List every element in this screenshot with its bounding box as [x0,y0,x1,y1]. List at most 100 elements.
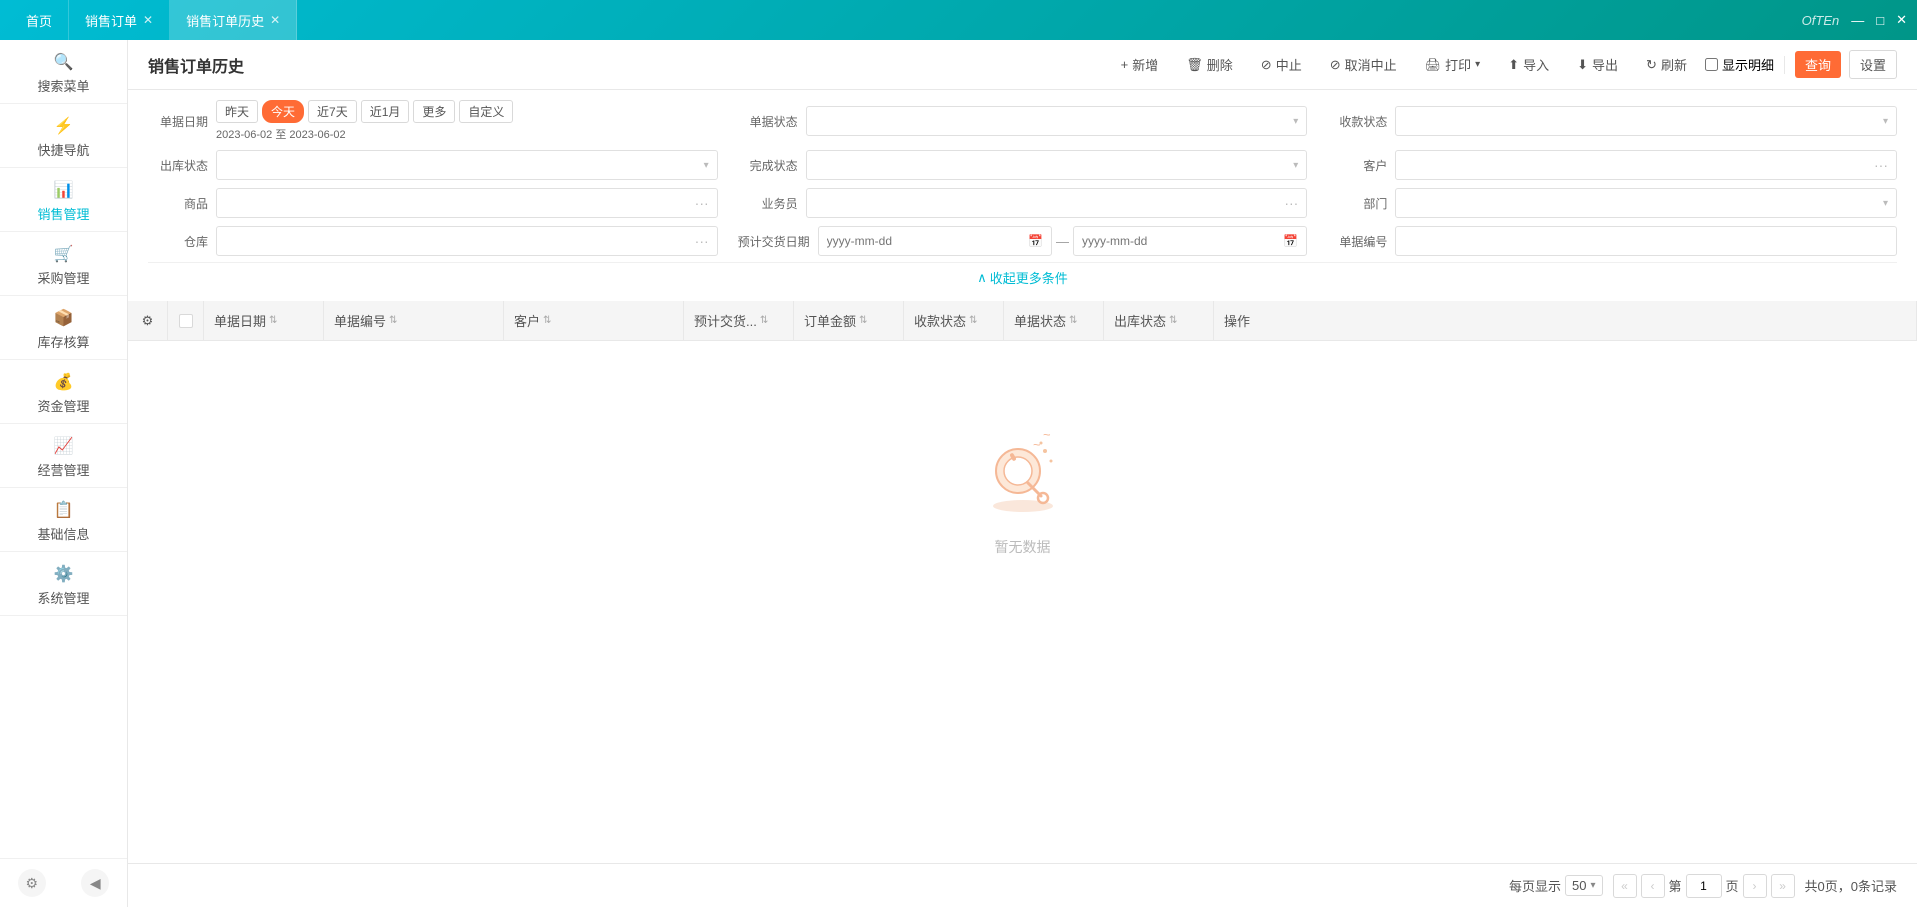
date-custom-btn[interactable]: 自定义 [459,100,513,123]
delivery-from-field[interactable] [827,234,1024,248]
tab-sales-history-close[interactable]: ✕ [270,13,280,27]
last-page-btn[interactable]: » [1771,874,1795,898]
date-more-btn[interactable]: 更多 [413,100,455,123]
th-checkbox[interactable] [168,301,204,340]
calendar-to-icon[interactable]: 📅 [1283,234,1298,248]
customer-dots[interactable]: ··· [1874,157,1888,173]
page-number-input[interactable] [1686,874,1722,898]
select-all-checkbox[interactable] [179,314,193,328]
customer-input[interactable]: ··· [1395,150,1897,180]
page-size-box[interactable]: 50 ▾ [1565,875,1603,896]
page-suffix: 页 [1726,876,1739,895]
cancel-stop-button[interactable]: ⊘ 取消中止 [1320,51,1407,78]
sidebar-item-quick-nav[interactable]: ⚡ 快捷导航 [0,104,127,168]
customer-field[interactable] [1404,158,1868,172]
th-amount[interactable]: 订单金额 ⇅ [794,301,904,340]
th-outstock[interactable]: 出库状态 ⇅ [1104,301,1214,340]
sidebar-item-purchase[interactable]: 🛒 采购管理 [0,232,127,296]
th-ops-label: 操作 [1224,311,1250,330]
prev-page-btn[interactable]: ‹ [1641,874,1665,898]
tab-home[interactable]: 首页 [10,0,69,40]
warehouse-filter-item: 仓库 ··· [148,226,718,256]
close-btn[interactable]: ✕ [1896,12,1907,28]
salesman-dots[interactable]: ··· [1284,195,1298,211]
dept-select[interactable]: ▾ [1395,188,1897,218]
sidebar-item-quick-nav-label: 快捷导航 [37,140,89,159]
date-today-btn[interactable]: 今天 [262,100,304,123]
payment-label: 收款状态 [1327,113,1387,130]
date-1month-btn[interactable]: 近1月 [361,100,410,123]
sidebar-item-operation-label: 经营管理 [37,460,89,479]
delete-button[interactable]: 🗑 删除 [1176,51,1243,78]
th-customer-label: 客户 [514,311,540,330]
tab-sales-order-close[interactable]: ✕ [143,13,153,27]
sidebar-item-sales[interactable]: 📊 销售管理 [0,168,127,232]
th-delivery[interactable]: 预计交货... ⇅ [684,301,794,340]
table-area: ⚙ 单据日期 ⇅ 单据编号 ⇅ 客户 ⇅ 预计交货... [128,301,1917,863]
minimize-btn[interactable]: — [1851,13,1864,28]
export-button[interactable]: ⬇ 导出 [1567,51,1628,78]
sidebar-collapse-btn[interactable]: ◀ [81,869,109,897]
date-yesterday-btn[interactable]: 昨天 [216,100,258,123]
warehouse-field[interactable] [225,234,689,248]
stop-icon: ⊘ [1261,57,1272,73]
sidebar-item-inventory[interactable]: 📦 库存核算 [0,296,127,360]
new-button[interactable]: + 新增 [1111,51,1169,78]
th-no[interactable]: 单据编号 ⇅ [324,301,504,340]
tab-sales-history[interactable]: 销售订单历史 ✕ [170,0,297,40]
th-payment-sort-icon: ⇅ [969,315,977,326]
outbound-select[interactable]: ▾ [216,150,718,180]
docno-input[interactable] [1395,226,1897,256]
th-settings[interactable]: ⚙ [128,301,168,340]
delivery-to-input[interactable]: 📅 [1073,226,1307,256]
refresh-icon: ↻ [1646,57,1657,73]
search-button[interactable]: 查询 [1795,51,1841,78]
calendar-from-icon[interactable]: 📅 [1028,234,1043,248]
tab-sales-order[interactable]: 销售订单 ✕ [69,0,170,40]
th-ops: 操作 [1214,301,1917,340]
docno-filter-item: 单据编号 [1327,226,1897,256]
page-label: 第 [1669,876,1682,895]
delivery-from-input[interactable]: 📅 [818,226,1052,256]
docno-field[interactable] [1404,234,1888,248]
goods-dots[interactable]: ··· [695,195,709,211]
sidebar-item-search[interactable]: 🔍 搜索菜单 [0,40,127,104]
th-date[interactable]: 单据日期 ⇅ [204,301,324,340]
th-payment[interactable]: 收款状态 ⇅ [904,301,1004,340]
stop-button[interactable]: ⊘ 中止 [1251,51,1312,78]
th-status[interactable]: 单据状态 ⇅ [1004,301,1104,340]
sidebar-item-system[interactable]: ⚙️ 系统管理 [0,552,127,616]
tab-sales-order-label: 销售订单 [85,11,137,30]
payment-select[interactable]: ▾ [1395,106,1897,136]
collapse-button[interactable]: ∧ 收起更多条件 [977,268,1068,287]
show-detail-checkbox[interactable] [1705,58,1718,71]
salesman-input[interactable]: ··· [806,188,1308,218]
page-title: 销售订单历史 [148,53,244,77]
warehouse-input[interactable]: ··· [216,226,718,256]
refresh-button[interactable]: ↻ 刷新 [1636,51,1697,78]
salesman-field[interactable] [815,196,1279,210]
date-7days-btn[interactable]: 近7天 [308,100,357,123]
first-page-btn[interactable]: « [1613,874,1637,898]
status-select[interactable]: ▾ [806,106,1308,136]
search-button-label: 查询 [1805,55,1831,74]
complete-select[interactable]: ▾ [806,150,1308,180]
th-date-label: 单据日期 [214,311,266,330]
sidebar-item-basic-info[interactable]: 📋 基础信息 [0,488,127,552]
settings-button[interactable]: 设置 [1849,50,1897,79]
th-customer[interactable]: 客户 ⇅ [504,301,684,340]
sidebar-item-finance[interactable]: 💰 资金管理 [0,360,127,424]
maximize-btn[interactable]: □ [1876,13,1884,28]
page-size-label: 每页显示 [1509,876,1561,895]
import-button[interactable]: ⬆ 导入 [1498,51,1559,78]
goods-field[interactable] [225,196,689,210]
sidebar-item-operation[interactable]: 📈 经营管理 [0,424,127,488]
goods-input[interactable]: ··· [216,188,718,218]
warehouse-dots[interactable]: ··· [695,233,709,249]
total-records: 共0页，0条记录 [1805,876,1897,895]
sidebar-settings-btn[interactable]: ⚙ [18,869,46,897]
delivery-to-field[interactable] [1082,234,1279,248]
print-button[interactable]: 🖨 打印 ▾ [1415,51,1491,78]
next-page-btn[interactable]: › [1743,874,1767,898]
outbound-label: 出库状态 [148,157,208,174]
